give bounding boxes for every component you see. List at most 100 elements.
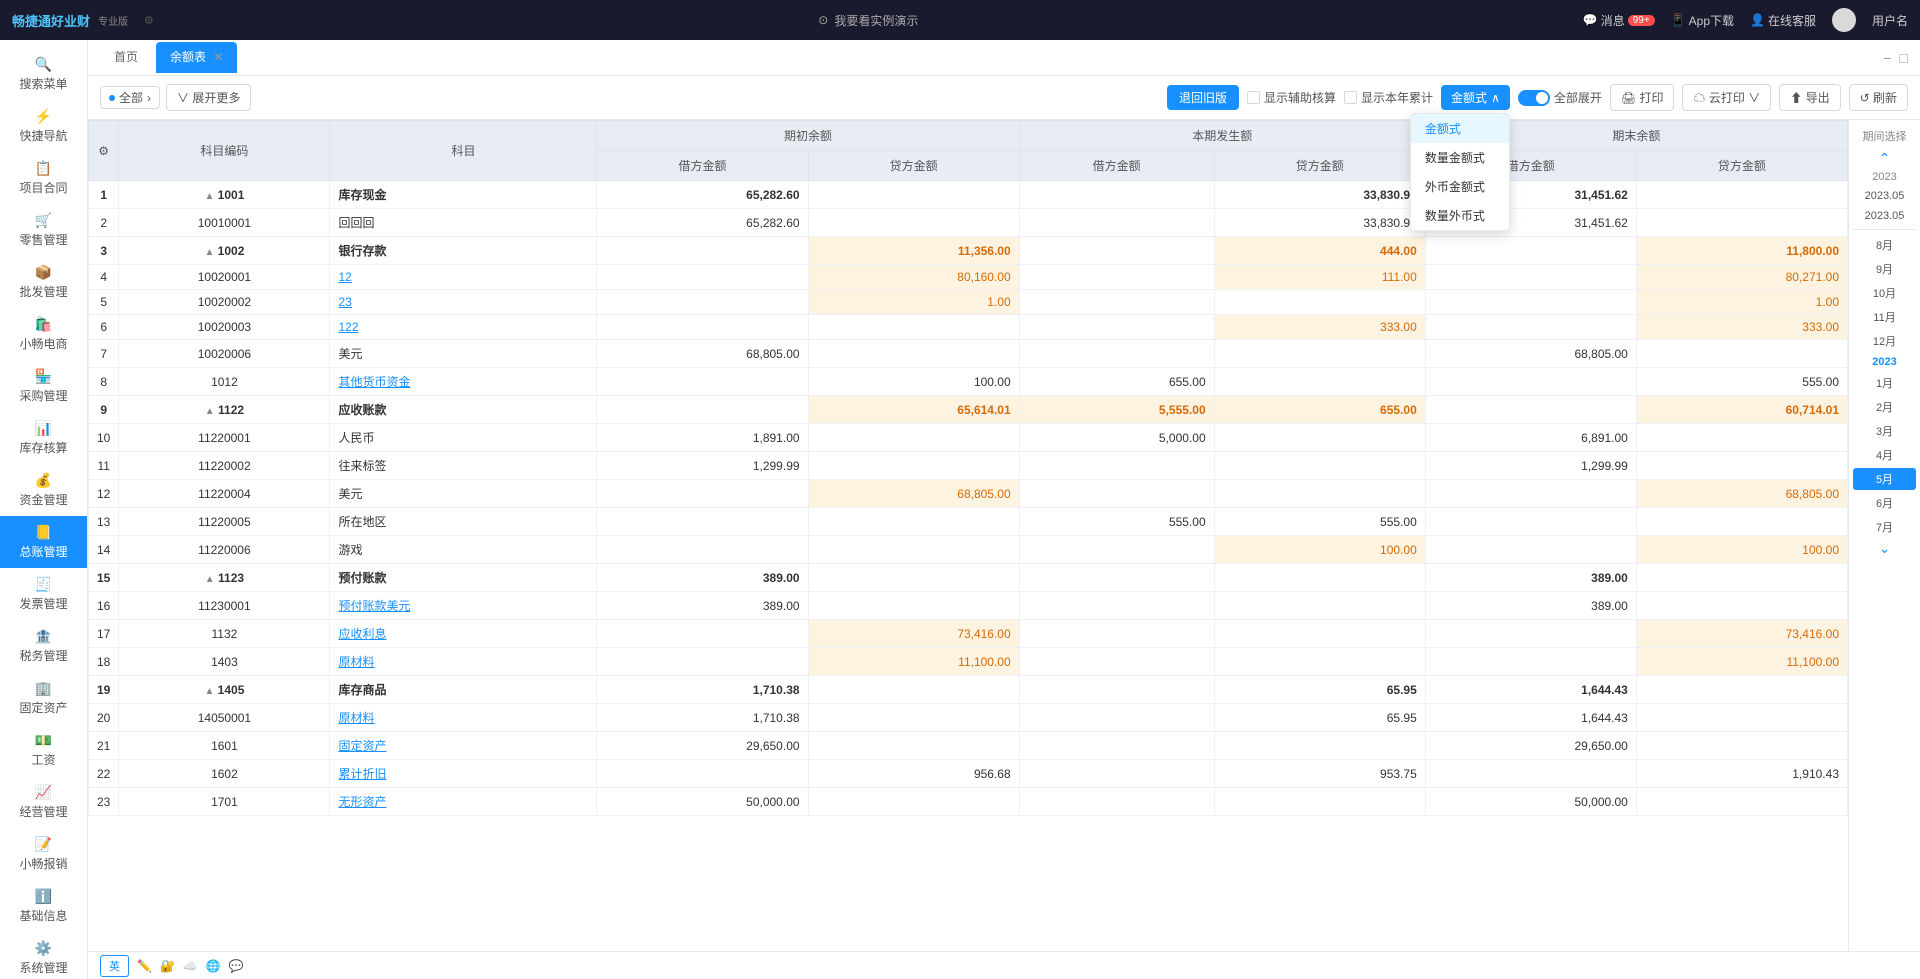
month-6[interactable]: 6月 [1853,492,1916,514]
row-current-credit [1214,564,1425,592]
lock-icon[interactable]: 🔐 [160,959,175,973]
sidebar-item-search[interactable]: 🔍 搜索菜单 [0,48,87,100]
settings-icon[interactable]: ⚙ [144,14,154,27]
row-subject[interactable]: 原材料 [330,648,597,676]
row-code: 1602 [119,760,330,788]
online-service[interactable]: 👤 在线客服 [1750,12,1816,29]
scroll-up-icon[interactable]: ⌃ [1879,150,1891,167]
row-closing-credit [1636,592,1847,620]
month-12[interactable]: 12月 [1853,330,1916,352]
show-ytd-checkbox[interactable]: 显示本年累计 [1344,89,1433,106]
cloud-icon-1[interactable]: ☁️ [183,959,198,973]
sidebar-item-capital[interactable]: 💰 资金管理 [0,464,87,516]
row-subject: 美元 [330,340,597,368]
period-2023-05-item[interactable]: 2023.05 [1853,187,1916,205]
expand-all-toggle[interactable]: 全部展开 [1518,89,1602,106]
month-8[interactable]: 8月 [1853,234,1916,256]
row-subject[interactable]: 原材料 [330,704,597,732]
month-9[interactable]: 9月 [1853,258,1916,280]
cloud-print-button[interactable]: ☁ 云打印 ∨ [1682,84,1771,111]
export-button[interactable]: ⬆ 导出 [1779,84,1840,111]
lang-button[interactable]: 英 [100,955,129,977]
tab-balance[interactable]: 余额表 ✕ [156,42,237,73]
row-closing-credit: 11,100.00 [1636,648,1847,676]
sidebar-item-tax[interactable]: 🏦 税务管理 [0,620,87,672]
month-11[interactable]: 11月 [1853,306,1916,328]
refresh-button[interactable]: ↺ 刷新 [1849,84,1908,111]
filter-all-tag[interactable]: 全部 › [100,86,160,109]
sidebar-item-inventory-label: 库存核算 [4,439,83,456]
row-subject[interactable]: 12 [330,265,597,290]
month-2[interactable]: 2月 [1853,396,1916,418]
message-area[interactable]: 💬 消息 99+ [1583,12,1655,29]
sidebar-item-purchase[interactable]: 🏪 采购管理 [0,360,87,412]
show-assist-checkbox[interactable]: 显示辅助核算 [1247,89,1336,106]
sidebar-item-search-label: 搜索菜单 [4,75,83,92]
row-number: 20 [89,704,119,732]
sidebar-item-system-label: 系统管理 [4,959,83,976]
month-5[interactable]: 5月 [1853,468,1916,490]
chat-icon[interactable]: 💬 [229,959,244,973]
return-old-button[interactable]: 退回旧版 [1167,85,1239,110]
month-3[interactable]: 3月 [1853,420,1916,442]
row-subject[interactable]: 122 [330,315,597,340]
assist-checkbox-box[interactable] [1247,91,1260,104]
month-1[interactable]: 1月 [1853,372,1916,394]
row-current-credit: 65.95 [1214,704,1425,732]
style-dropdown-button[interactable]: 金额式 ∧ 金额式 数量金额式 外币金额式 数量外币式 [1441,85,1510,110]
tab-maximize-icon[interactable]: □ [1900,50,1908,66]
sidebar-item-basic-info[interactable]: ℹ️ 基础信息 [0,880,87,932]
row-subject[interactable]: 固定资产 [330,732,597,760]
sidebar-item-invoice[interactable]: 🧾 发票管理 [0,568,87,620]
demo-text[interactable]: 我要看实例演示 [834,12,918,29]
row-current-debit [1019,209,1214,237]
period-2023-05-2-item[interactable]: 2023.05 [1853,207,1916,225]
row-number: 7 [89,340,119,368]
cloud-icon-2[interactable]: 🌐 [206,959,221,973]
sidebar-item-project[interactable]: 📋 项目合同 [0,152,87,204]
row-subject[interactable]: 累计折旧 [330,760,597,788]
month-4[interactable]: 4月 [1853,444,1916,466]
user-avatar[interactable] [1832,8,1856,32]
row-subject[interactable]: 预付账款美元 [330,592,597,620]
sidebar-item-wholesale[interactable]: 📦 批发管理 [0,256,87,308]
tab-close-icon[interactable]: ✕ [213,50,223,64]
sidebar-item-ledger[interactable]: 📒 总账管理 [0,516,87,568]
fixed-assets-icon: 🏢 [4,680,83,697]
print-button[interactable]: 🖨 打印 [1610,84,1675,111]
sidebar-item-salary[interactable]: 💵 工资 [0,724,87,776]
row-subject[interactable]: 23 [330,290,597,315]
style-option-qty-amount[interactable]: 数量金额式 [1411,143,1509,172]
sidebar-item-ecommerce[interactable]: 🛍️ 小畅电商 [0,308,87,360]
ytd-checkbox-box[interactable] [1344,91,1357,104]
row-opening-debit: 1,299.99 [597,452,808,480]
sidebar-item-expense[interactable]: 📝 小畅报销 [0,828,87,880]
style-option-foreign-amount[interactable]: 外币金额式 [1411,172,1509,201]
system-icon: ⚙️ [4,940,83,957]
row-subject[interactable]: 其他货币资金 [330,368,597,396]
sidebar-item-quicknav[interactable]: ⚡ 快捷导航 [0,100,87,152]
month-7[interactable]: 7月 [1853,516,1916,538]
style-option-amount[interactable]: 金额式 [1411,114,1509,143]
row-opening-debit: 389.00 [597,592,808,620]
scroll-down-icon[interactable]: ⌄ [1879,540,1891,557]
row-subject[interactable]: 无形资产 [330,788,597,816]
col-settings-header[interactable]: ⚙ [89,121,119,181]
sidebar-item-retail[interactable]: 🛒 零售管理 [0,204,87,256]
sidebar-item-system[interactable]: ⚙️ 系统管理 [0,932,87,979]
message-badge: 99+ [1628,15,1655,26]
sidebar-item-fixed-assets[interactable]: 🏢 固定资产 [0,672,87,724]
sidebar-item-inventory[interactable]: 📊 库存核算 [0,412,87,464]
month-10[interactable]: 10月 [1853,282,1916,304]
sidebar-item-operations[interactable]: 📈 经营管理 [0,776,87,828]
app-download[interactable]: 📱 App下载 [1671,12,1734,29]
tab-home[interactable]: 首页 [100,42,152,73]
row-closing-debit [1425,648,1636,676]
row-subject[interactable]: 应收利息 [330,620,597,648]
style-option-qty-foreign[interactable]: 数量外币式 [1411,201,1509,230]
tab-minimize-icon[interactable]: − [1883,50,1891,66]
edit-icon[interactable]: ✏️ [137,959,152,973]
row-number: 5 [89,290,119,315]
expand-more-button[interactable]: ∨ 展开更多 [166,84,251,111]
row-number: 13 [89,508,119,536]
